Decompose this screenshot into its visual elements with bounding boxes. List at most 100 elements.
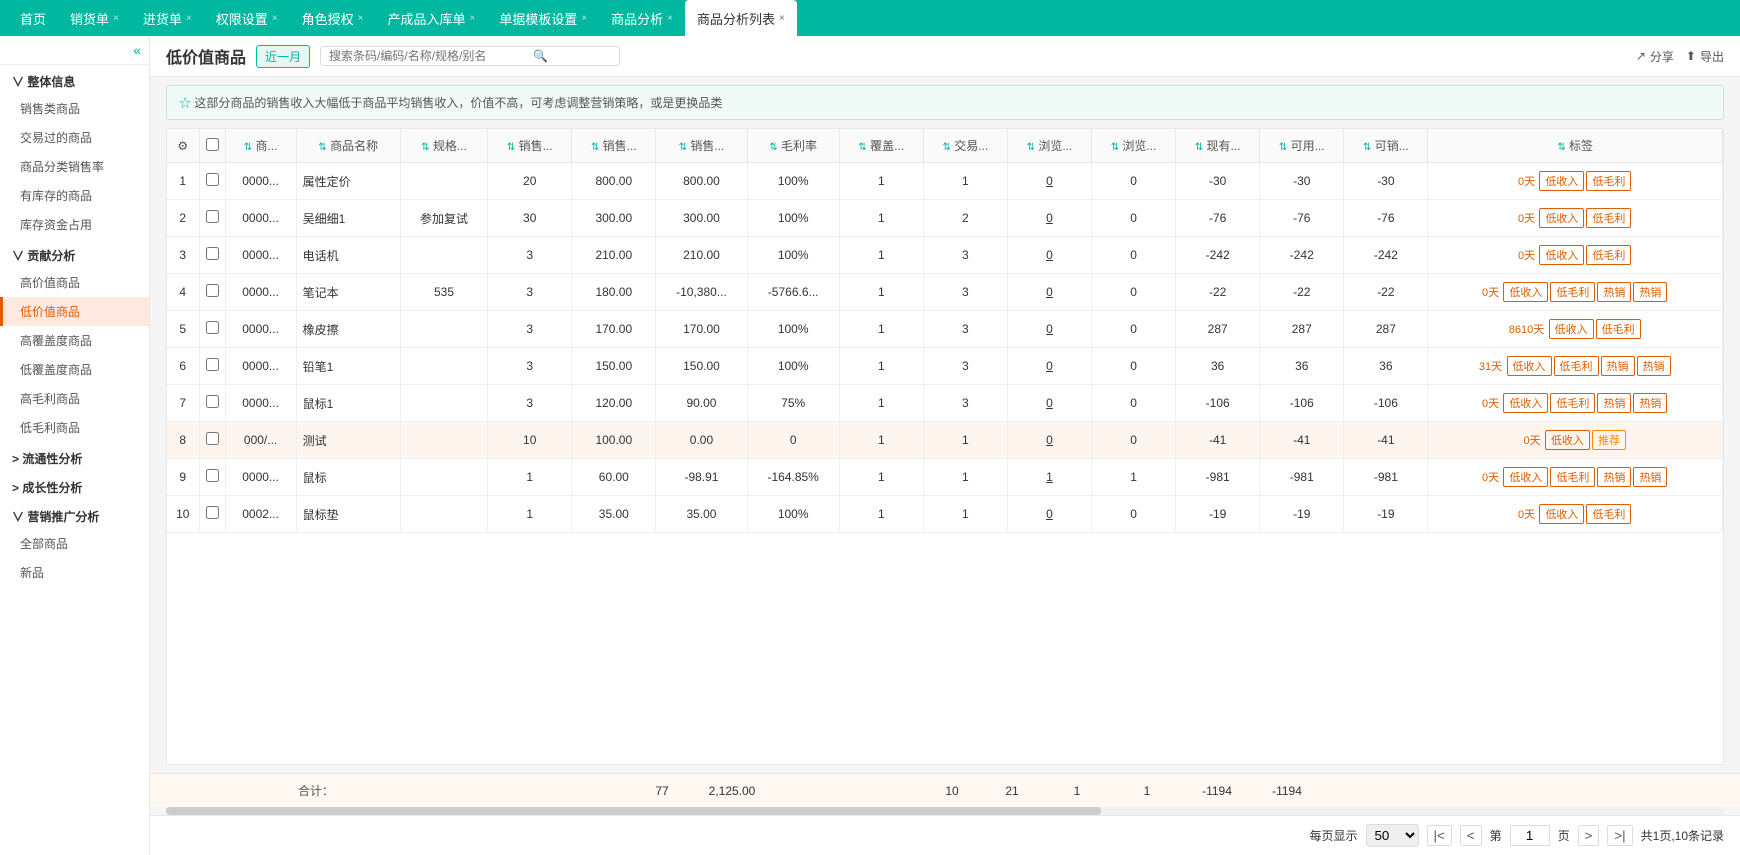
- row-checkbox-cell[interactable]: [199, 163, 225, 200]
- browse-link[interactable]: 0: [1046, 285, 1053, 299]
- row-checkbox[interactable]: [206, 358, 219, 371]
- th-qty[interactable]: ⇅ 销售...: [488, 129, 572, 163]
- row-browse1[interactable]: 0: [1007, 163, 1091, 200]
- row-checkbox[interactable]: [206, 173, 219, 186]
- row-browse1[interactable]: 0: [1007, 237, 1091, 274]
- row-checkbox-cell[interactable]: [199, 311, 225, 348]
- sidebar-group-overall[interactable]: ∨ 整体信息: [0, 65, 149, 94]
- browse-link[interactable]: 0: [1046, 396, 1053, 410]
- row-checkbox-cell[interactable]: [199, 422, 225, 459]
- row-browse1[interactable]: 0: [1007, 311, 1091, 348]
- row-checkbox-cell[interactable]: [199, 385, 225, 422]
- th-settings[interactable]: ⚙: [167, 129, 199, 163]
- filter-tag-button[interactable]: 近一月: [256, 45, 310, 68]
- browse-link[interactable]: 0: [1046, 359, 1053, 373]
- th-browse2[interactable]: ⇅ 浏览...: [1092, 129, 1176, 163]
- row-checkbox[interactable]: [206, 506, 219, 519]
- browse-link[interactable]: 0: [1046, 174, 1053, 188]
- close-icon[interactable]: ×: [779, 13, 785, 24]
- row-checkbox-cell[interactable]: [199, 274, 225, 311]
- nav-product-analysis-list[interactable]: 商品分析列表 ×: [685, 0, 797, 36]
- sidebar-item-all-products[interactable]: 全部商品: [0, 529, 149, 558]
- th-sale1[interactable]: ⇅ 销售...: [572, 129, 656, 163]
- nav-product-storage[interactable]: 产成品入库单 ×: [375, 0, 487, 36]
- row-checkbox-cell[interactable]: [199, 459, 225, 496]
- row-checkbox[interactable]: [206, 210, 219, 223]
- row-checkbox[interactable]: [206, 469, 219, 482]
- th-spec[interactable]: ⇅ 规格...: [400, 129, 487, 163]
- sidebar-item-low-margin[interactable]: 低毛利商品: [0, 413, 149, 442]
- sidebar-item-high-value[interactable]: 高价值商品: [0, 268, 149, 297]
- page-size-select[interactable]: 50 100: [1366, 824, 1419, 847]
- row-checkbox[interactable]: [206, 321, 219, 334]
- sidebar-item-new-products[interactable]: 新品: [0, 558, 149, 587]
- sidebar-item-stocked-products[interactable]: 有库存的商品: [0, 181, 149, 210]
- nav-product-analysis[interactable]: 商品分析 ×: [599, 0, 685, 36]
- close-icon[interactable]: ×: [113, 13, 119, 24]
- last-page-button[interactable]: >|: [1607, 825, 1632, 846]
- browse-link[interactable]: 0: [1046, 507, 1053, 521]
- sidebar-item-traded-products[interactable]: 交易过的商品: [0, 123, 149, 152]
- th-tags[interactable]: ⇅ 标签: [1428, 129, 1723, 163]
- close-icon[interactable]: ×: [581, 13, 587, 24]
- sidebar-group-growth[interactable]: > 成长性分析: [0, 471, 149, 500]
- export-button[interactable]: ⬆ 导出: [1686, 48, 1724, 65]
- browse-link[interactable]: 0: [1046, 248, 1053, 262]
- th-checkbox[interactable]: [199, 129, 225, 163]
- th-code[interactable]: ⇅ 商...: [225, 129, 296, 163]
- browse-link[interactable]: 0: [1046, 211, 1053, 225]
- close-icon[interactable]: ×: [186, 13, 192, 24]
- sidebar-group-marketing[interactable]: ∨ 营销推广分析: [0, 500, 149, 529]
- th-sellable[interactable]: ⇅ 可销...: [1344, 129, 1428, 163]
- th-cover[interactable]: ⇅ 覆盖...: [839, 129, 923, 163]
- close-icon[interactable]: ×: [358, 13, 364, 24]
- search-input[interactable]: [329, 49, 529, 63]
- row-checkbox[interactable]: [206, 432, 219, 445]
- row-checkbox-cell[interactable]: [199, 496, 225, 533]
- next-page-button[interactable]: >: [1578, 825, 1600, 846]
- nav-template-settings[interactable]: 单据模板设置 ×: [487, 0, 599, 36]
- sidebar-item-sales-products[interactable]: 销售类商品: [0, 94, 149, 123]
- row-browse1[interactable]: 1: [1007, 459, 1091, 496]
- row-browse1[interactable]: 0: [1007, 348, 1091, 385]
- sidebar-item-category-sales[interactable]: 商品分类销售率: [0, 152, 149, 181]
- nav-purchase[interactable]: 进货单 ×: [131, 0, 204, 36]
- first-page-button[interactable]: |<: [1427, 825, 1452, 846]
- close-icon[interactable]: ×: [272, 13, 278, 24]
- share-button[interactable]: ↗ 分享: [1636, 48, 1674, 65]
- row-checkbox-cell[interactable]: [199, 348, 225, 385]
- nav-permissions[interactable]: 权限设置 ×: [204, 0, 290, 36]
- sidebar-group-contribution[interactable]: ∨ 贡献分析: [0, 239, 149, 268]
- browse-link[interactable]: 1: [1046, 470, 1053, 484]
- th-browse1[interactable]: ⇅ 浏览...: [1007, 129, 1091, 163]
- row-checkbox-cell[interactable]: [199, 200, 225, 237]
- browse-link[interactable]: 0: [1046, 433, 1053, 447]
- close-icon[interactable]: ×: [667, 13, 673, 24]
- th-avail[interactable]: ⇅ 可用...: [1260, 129, 1344, 163]
- row-checkbox[interactable]: [206, 247, 219, 260]
- select-all-checkbox[interactable]: [206, 138, 219, 151]
- close-icon[interactable]: ×: [469, 13, 475, 24]
- row-browse1[interactable]: 0: [1007, 496, 1091, 533]
- row-checkbox-cell[interactable]: [199, 237, 225, 274]
- browse-link[interactable]: 0: [1046, 322, 1053, 336]
- th-name[interactable]: ⇅ 商品名称: [296, 129, 400, 163]
- sidebar-item-low-value[interactable]: 低价值商品: [0, 297, 149, 326]
- row-checkbox[interactable]: [206, 395, 219, 408]
- nav-home[interactable]: 首页: [8, 0, 58, 36]
- sidebar-group-circulation[interactable]: > 流通性分析: [0, 442, 149, 471]
- row-browse1[interactable]: 0: [1007, 422, 1091, 459]
- sidebar-collapse-button[interactable]: «: [133, 42, 141, 58]
- page-number-input[interactable]: [1510, 825, 1550, 846]
- row-browse1[interactable]: 0: [1007, 200, 1091, 237]
- row-checkbox[interactable]: [206, 284, 219, 297]
- search-icon[interactable]: 🔍: [533, 49, 548, 63]
- sidebar-item-inventory-capital[interactable]: 库存资金占用: [0, 210, 149, 239]
- sidebar-item-high-coverage[interactable]: 高覆盖度商品: [0, 326, 149, 355]
- nav-sales[interactable]: 销货单 ×: [58, 0, 131, 36]
- row-browse1[interactable]: 0: [1007, 385, 1091, 422]
- prev-page-button[interactable]: <: [1460, 825, 1482, 846]
- th-trade[interactable]: ⇅ 交易...: [923, 129, 1007, 163]
- th-stock[interactable]: ⇅ 现有...: [1176, 129, 1260, 163]
- row-browse1[interactable]: 0: [1007, 274, 1091, 311]
